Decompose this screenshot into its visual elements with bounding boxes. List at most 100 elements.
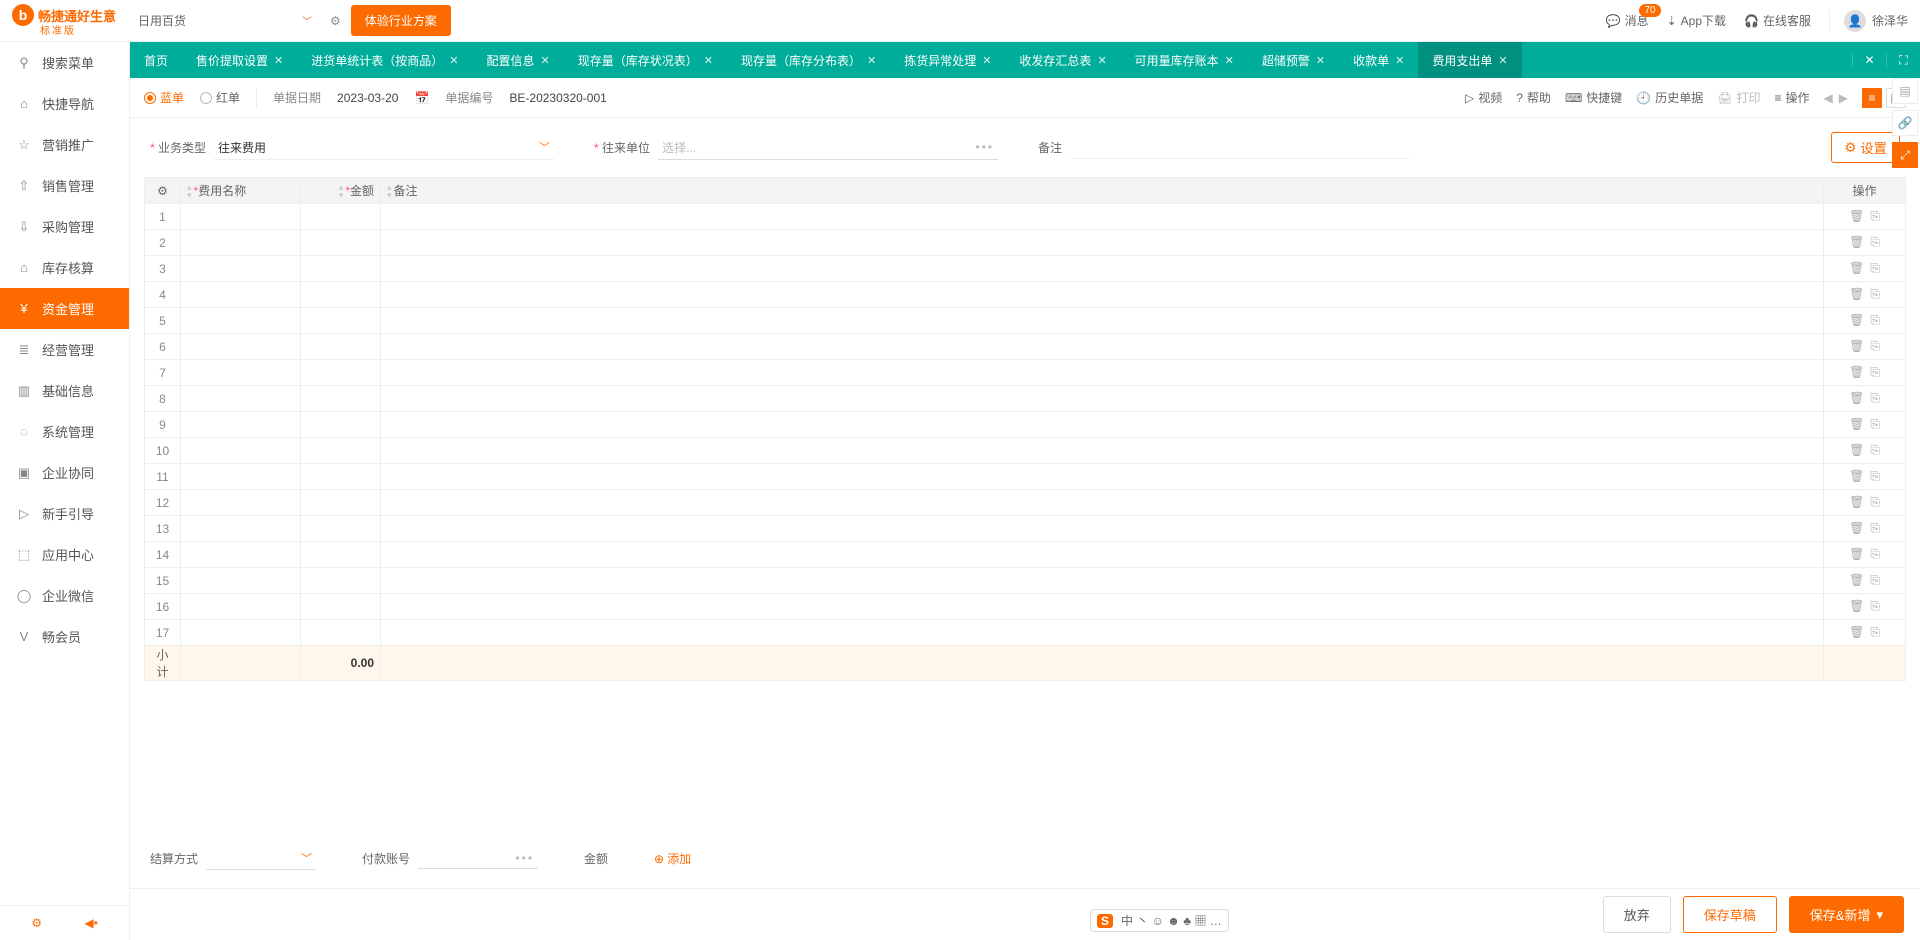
sidebar-item[interactable]: ⬚应用中心 (0, 534, 129, 575)
copy-icon[interactable]: ⎘ (1870, 287, 1880, 301)
copy-icon[interactable]: ⎘ (1870, 599, 1880, 613)
copy-icon[interactable]: ⎘ (1870, 261, 1880, 275)
cell-remark[interactable] (381, 438, 1824, 464)
tab[interactable]: 收发存汇总表✕ (1005, 42, 1120, 78)
cell-amount[interactable] (301, 386, 381, 412)
cell-amount[interactable] (301, 438, 381, 464)
delete-icon[interactable]: 🗑 (1849, 339, 1864, 353)
table-row[interactable]: 10 🗑⎘ (145, 438, 1906, 464)
add-settlement-button[interactable]: ⊕ 添加 (654, 850, 691, 867)
user-menu[interactable]: 👤 徐泽华 (1829, 10, 1908, 32)
cell-remark[interactable] (381, 542, 1824, 568)
close-icon[interactable]: ✕ (867, 54, 876, 67)
cell-fee[interactable] (181, 334, 301, 360)
cell-amount[interactable] (301, 282, 381, 308)
rail-attach-icon[interactable]: 🔗 (1892, 110, 1918, 136)
delete-icon[interactable]: 🗑 (1849, 391, 1864, 405)
col-remark[interactable]: ▴▾备注 (381, 178, 1824, 204)
ops-link[interactable]: ≡ 操作 (1775, 89, 1810, 106)
sidebar-item[interactable]: ▣企业协同 (0, 452, 129, 493)
cell-amount[interactable] (301, 490, 381, 516)
biz-type-select[interactable]: 往来费用 ﹀ (214, 136, 554, 160)
table-row[interactable]: 3 🗑⎘ (145, 256, 1906, 282)
cell-fee[interactable] (181, 438, 301, 464)
delete-icon[interactable]: 🗑 (1849, 547, 1864, 561)
account-select[interactable]: ••• (418, 848, 538, 869)
cell-remark[interactable] (381, 516, 1824, 542)
tab[interactable]: 超储预警✕ (1248, 42, 1339, 78)
table-row[interactable]: 17 🗑⎘ (145, 620, 1906, 646)
copy-icon[interactable]: ⎘ (1870, 209, 1880, 223)
delete-icon[interactable]: 🗑 (1849, 313, 1864, 327)
cell-remark[interactable] (381, 204, 1824, 230)
tab[interactable]: 配置信息✕ (472, 42, 563, 78)
copy-icon[interactable]: ⎘ (1870, 495, 1880, 509)
cell-amount[interactable] (301, 230, 381, 256)
col-config[interactable]: ⚙ (145, 178, 181, 204)
copy-icon[interactable]: ⎘ (1870, 521, 1880, 535)
cell-remark[interactable] (381, 594, 1824, 620)
cell-amount[interactable] (301, 516, 381, 542)
copy-icon[interactable]: ⎘ (1870, 625, 1880, 639)
tab[interactable]: 首页 (130, 42, 182, 78)
sidebar-item[interactable]: ◌系统管理 (0, 411, 129, 452)
support-link[interactable]: 🎧 在线客服 (1744, 12, 1811, 29)
delete-icon[interactable]: 🗑 (1849, 261, 1864, 275)
table-row[interactable]: 4 🗑⎘ (145, 282, 1906, 308)
table-row[interactable]: 6 🗑⎘ (145, 334, 1906, 360)
download-link[interactable]: ⇣ App下载 (1667, 12, 1726, 29)
tab[interactable]: 售价提取设置✕ (182, 42, 297, 78)
table-row[interactable]: 9 🗑⎘ (145, 412, 1906, 438)
cell-fee[interactable] (181, 204, 301, 230)
table-row[interactable]: 8 🗑⎘ (145, 386, 1906, 412)
delete-icon[interactable]: 🗑 (1849, 365, 1864, 379)
cell-amount[interactable] (301, 256, 381, 282)
cell-amount[interactable] (301, 542, 381, 568)
cell-remark[interactable] (381, 308, 1824, 334)
table-row[interactable]: 2 🗑⎘ (145, 230, 1906, 256)
close-icon[interactable]: ✕ (274, 54, 283, 67)
cell-remark[interactable] (381, 620, 1824, 646)
party-select[interactable]: 选择... ••• (658, 136, 998, 160)
sidebar-item[interactable]: ⇩采购管理 (0, 206, 129, 247)
sidebar-item[interactable]: ⇧销售管理 (0, 165, 129, 206)
sidebar-item[interactable]: ⌂快捷导航 (0, 83, 129, 124)
cell-fee[interactable] (181, 282, 301, 308)
tab[interactable]: 费用支出单✕ (1418, 42, 1521, 78)
copy-icon[interactable]: ⎘ (1870, 391, 1880, 405)
delete-icon[interactable]: 🗑 (1849, 287, 1864, 301)
print-link[interactable]: 🖨 打印 (1717, 89, 1760, 106)
sidebar-item[interactable]: ▷新手引导 (0, 493, 129, 534)
close-icon[interactable]: ✕ (541, 54, 550, 67)
tab-expand-button[interactable]: ⛶ (1886, 53, 1920, 68)
copy-icon[interactable]: ⎘ (1870, 313, 1880, 327)
delete-icon[interactable]: 🗑 (1849, 625, 1864, 639)
close-icon[interactable]: ✕ (1395, 54, 1404, 67)
cell-amount[interactable] (301, 594, 381, 620)
cell-remark[interactable] (381, 386, 1824, 412)
history-link[interactable]: 🕘 历史单据 (1636, 89, 1703, 106)
save-new-button[interactable]: 保存&新增▾ (1789, 896, 1904, 933)
sidebar-item[interactable]: V畅会员 (0, 616, 129, 657)
table-row[interactable]: 1 🗑⎘ (145, 204, 1906, 230)
help-link[interactable]: ? 帮助 (1516, 89, 1551, 106)
table-row[interactable]: 16 🗑⎘ (145, 594, 1906, 620)
remark-input[interactable] (1070, 137, 1410, 159)
close-icon[interactable]: ✕ (1498, 54, 1507, 67)
cell-remark[interactable] (381, 360, 1824, 386)
close-icon[interactable]: ✕ (1225, 54, 1234, 67)
cell-amount[interactable] (301, 360, 381, 386)
table-row[interactable]: 7 🗑⎘ (145, 360, 1906, 386)
cell-fee[interactable] (181, 230, 301, 256)
cell-amount[interactable] (301, 464, 381, 490)
delete-icon[interactable]: 🗑 (1849, 417, 1864, 431)
cell-fee[interactable] (181, 386, 301, 412)
copy-icon[interactable]: ⎘ (1870, 417, 1880, 431)
cell-amount[interactable] (301, 308, 381, 334)
delete-icon[interactable]: 🗑 (1849, 573, 1864, 587)
close-icon[interactable]: ✕ (1097, 54, 1106, 67)
delete-icon[interactable]: 🗑 (1849, 599, 1864, 613)
cell-amount[interactable] (301, 620, 381, 646)
cell-fee[interactable] (181, 360, 301, 386)
cell-amount[interactable] (301, 568, 381, 594)
